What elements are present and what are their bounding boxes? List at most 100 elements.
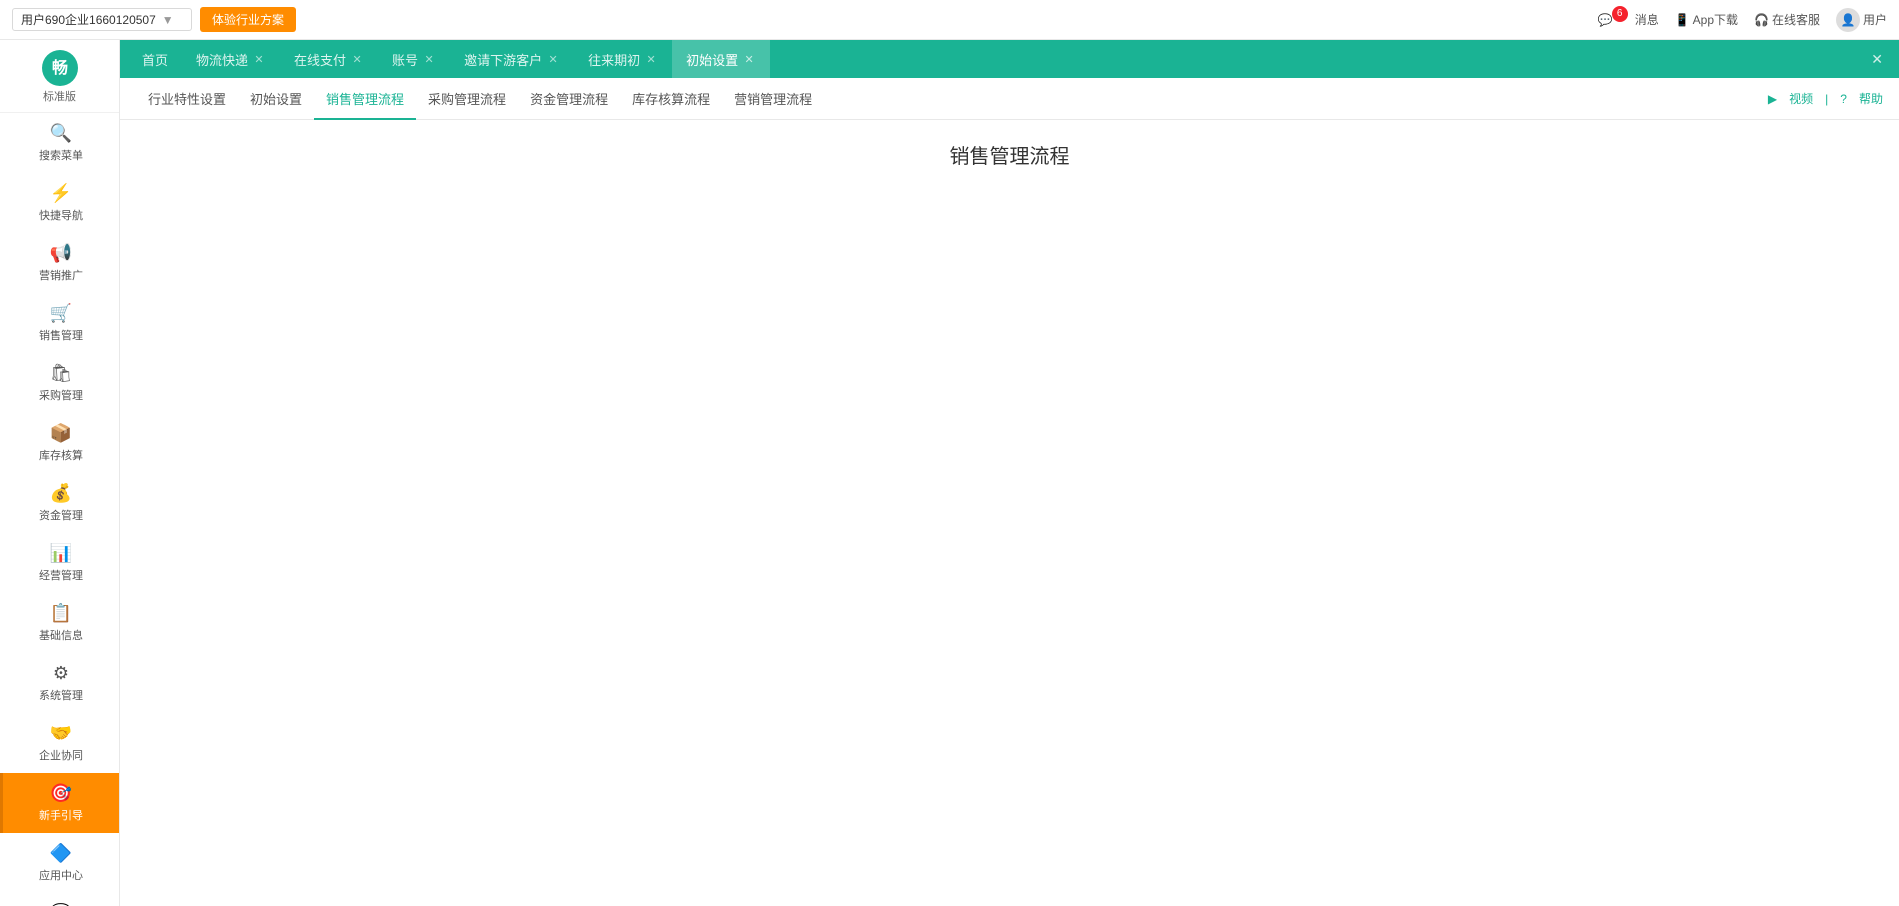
online-service-item[interactable]: 🎧 在线客服 (1754, 11, 1820, 28)
sidebar-item-6[interactable]: 💰 资金管理 (0, 473, 119, 533)
sub-tab-label-4: 资金管理流程 (530, 89, 608, 108)
sidebar-item-1[interactable]: ⚡ 快捷导航 (0, 173, 119, 233)
tab-label-0: 首页 (142, 50, 168, 69)
message-badge: 6 (1612, 6, 1628, 22)
sidebar-item-10[interactable]: 🤝 企业协同 (0, 713, 119, 773)
sidebar-item-4[interactable]: 🛍 采购管理 (0, 353, 119, 413)
sub-tab-label-3: 采购管理流程 (428, 89, 506, 108)
sidebar-label-4: 采购管理 (39, 387, 83, 403)
sidebar-icon-0: 🔍 (50, 123, 72, 144)
sub-tab-item-4[interactable]: 资金管理流程 (518, 78, 620, 120)
main-layout: 畅 标准版 🔍 搜索菜单 ⚡ 快捷导航 📢 营销推广 🛒 销售管理 🛍 采购管理… (0, 40, 1899, 906)
tab-close-3[interactable]: ✕ (422, 52, 436, 66)
tab-label-5: 往来期初 (588, 50, 640, 69)
tab-close-1[interactable]: ✕ (252, 52, 266, 66)
svg-text:畅: 畅 (51, 58, 67, 77)
sidebar-icon-10: 🤝 (50, 723, 72, 744)
sidebar-label-3: 销售管理 (39, 327, 83, 343)
tab-label-3: 账号 (392, 50, 418, 69)
sidebar-label-11: 新手引导 (39, 807, 83, 823)
page-content: 销售管理流程 (120, 120, 1899, 906)
header-right: 💬 6 消息 📱 App下载 🎧 在线客服 👤 用户 (1598, 8, 1887, 32)
sidebar-label-6: 资金管理 (39, 507, 83, 523)
header-left: 用户690企业1660120507 ▼ 体验行业方案 (12, 7, 296, 32)
page-title: 销售管理流程 (140, 140, 1879, 169)
sub-tab-item-1[interactable]: 初始设置 (238, 78, 314, 120)
sidebar-icon-6: 💰 (50, 483, 72, 504)
sidebar-item-0[interactable]: 🔍 搜索菜单 (0, 113, 119, 173)
tab-item-4[interactable]: 邀请下游客户✕ (450, 40, 574, 78)
sub-tab-label-2: 销售管理流程 (326, 89, 404, 108)
sidebar-icon-1: ⚡ (50, 183, 72, 204)
logo-icon: 畅 (42, 50, 78, 86)
sub-tab-label-0: 行业特性设置 (148, 89, 226, 108)
sidebar-label-1: 快捷导航 (39, 207, 83, 223)
help-label[interactable]: 帮助 (1859, 90, 1883, 107)
user-selector[interactable]: 用户690企业1660120507 ▼ (12, 8, 192, 31)
tab-item-5[interactable]: 往来期初 ✕ (574, 40, 672, 78)
tab-item-1[interactable]: 物流快递 ✕ (182, 40, 280, 78)
sidebar-icon-7: 📊 (50, 543, 72, 564)
video-icon: ▶ (1768, 92, 1777, 106)
sub-tab-label-6: 营销管理流程 (734, 89, 812, 108)
app-download-label: App下载 (1693, 11, 1738, 28)
tab-close-6[interactable]: ✕ (742, 52, 756, 66)
tab-item-0[interactable]: 首页 (128, 40, 182, 78)
tab-item-3[interactable]: 账号 ✕ (378, 40, 450, 78)
sidebar-nav: 🔍 搜索菜单 ⚡ 快捷导航 📢 营销推广 🛒 销售管理 🛍 采购管理 📦 库存核… (0, 113, 119, 906)
sidebar-item-5[interactable]: 📦 库存核算 (0, 413, 119, 473)
sub-tab-item-5[interactable]: 库存核算流程 (620, 78, 722, 120)
sidebar-icon-12: 🔷 (50, 843, 72, 864)
sub-tab-bar: 行业特性设置 初始设置 销售管理流程 采购管理流程 资金管理流程 库存核算流程 营销管理流程… (120, 78, 1899, 120)
tab-bar: 首页物流快递✕在线支付✕账号✕邀请下游客户✕往来期初✕初始设置✕✕ (120, 40, 1899, 78)
tab-close-5[interactable]: ✕ (644, 52, 658, 66)
sub-tab-item-6[interactable]: 营销管理流程 (722, 78, 824, 120)
online-service-icon: 🎧 (1754, 13, 1769, 27)
user-avatar-item[interactable]: 👤 用户 (1836, 8, 1887, 32)
sidebar-label-7: 经营管理 (39, 567, 83, 583)
sidebar-label-9: 系统管理 (39, 687, 83, 703)
video-label[interactable]: 视频 (1789, 90, 1813, 107)
sidebar: 畅 标准版 🔍 搜索菜单 ⚡ 快捷导航 📢 营销推广 🛒 销售管理 🛍 采购管理… (0, 40, 120, 906)
sidebar-logo: 畅 标准版 (0, 40, 119, 113)
tab-label-2: 在线支付 (294, 50, 346, 69)
sidebar-icon-11: 🎯 (50, 783, 72, 804)
sidebar-item-8[interactable]: 📋 基础信息 (0, 593, 119, 653)
message-item[interactable]: 💬 6 消息 (1598, 11, 1659, 28)
sub-tab-item-2[interactable]: 销售管理流程 (314, 78, 416, 120)
logo-subtext: 标准版 (43, 88, 76, 104)
sidebar-icon-9: ⚙ (53, 663, 69, 684)
sub-tab-label-5: 库存核算流程 (632, 89, 710, 108)
sub-tab-item-0[interactable]: 行业特性设置 (136, 78, 238, 120)
dropdown-arrow-icon: ▼ (162, 13, 174, 27)
tab-item-6[interactable]: 初始设置✕ (672, 40, 770, 78)
tab-close-2[interactable]: ✕ (350, 52, 364, 66)
trial-button[interactable]: 体验行业方案 (200, 7, 296, 32)
tab-label-1: 物流快递 (196, 50, 248, 69)
sidebar-icon-4: 🛍 (50, 363, 73, 384)
sidebar-item-2[interactable]: 📢 营销推广 (0, 233, 119, 293)
sidebar-item-9[interactable]: ⚙ 系统管理 (0, 653, 119, 713)
tab-bar-close-icon[interactable]: ✕ (1863, 51, 1891, 68)
sidebar-label-5: 库存核算 (39, 447, 83, 463)
sidebar-label-2: 营销推广 (39, 267, 83, 283)
sidebar-item-11[interactable]: 🎯 新手引导 (0, 773, 119, 833)
sub-tab-item-3[interactable]: 采购管理流程 (416, 78, 518, 120)
avatar: 👤 (1836, 8, 1860, 32)
sidebar-icon-5: 📦 (50, 423, 72, 444)
sub-tab-label-1: 初始设置 (250, 89, 302, 108)
tab-item-2[interactable]: 在线支付 ✕ (280, 40, 378, 78)
app-download-item[interactable]: 📱 App下载 (1675, 11, 1738, 28)
top-header: 用户690企业1660120507 ▼ 体验行业方案 💬 6 消息 📱 App下… (0, 0, 1899, 40)
sidebar-icon-3: 🛒 (50, 303, 72, 324)
flow-diagram (140, 209, 1879, 249)
message-icon: 💬 (1598, 13, 1613, 27)
user-label: 用户690企业1660120507 (21, 11, 156, 28)
sidebar-item-7[interactable]: 📊 经营管理 (0, 533, 119, 593)
tab-close-4[interactable]: ✕ (546, 52, 560, 66)
sidebar-item-12[interactable]: 🔷 应用中心 (0, 833, 119, 893)
sidebar-label-0: 搜索菜单 (39, 147, 83, 163)
sidebar-item-3[interactable]: 🛒 销售管理 (0, 293, 119, 353)
sidebar-item-13[interactable]: 💬 企业微信 (0, 893, 119, 906)
user-name-right: 用户 (1863, 11, 1887, 28)
